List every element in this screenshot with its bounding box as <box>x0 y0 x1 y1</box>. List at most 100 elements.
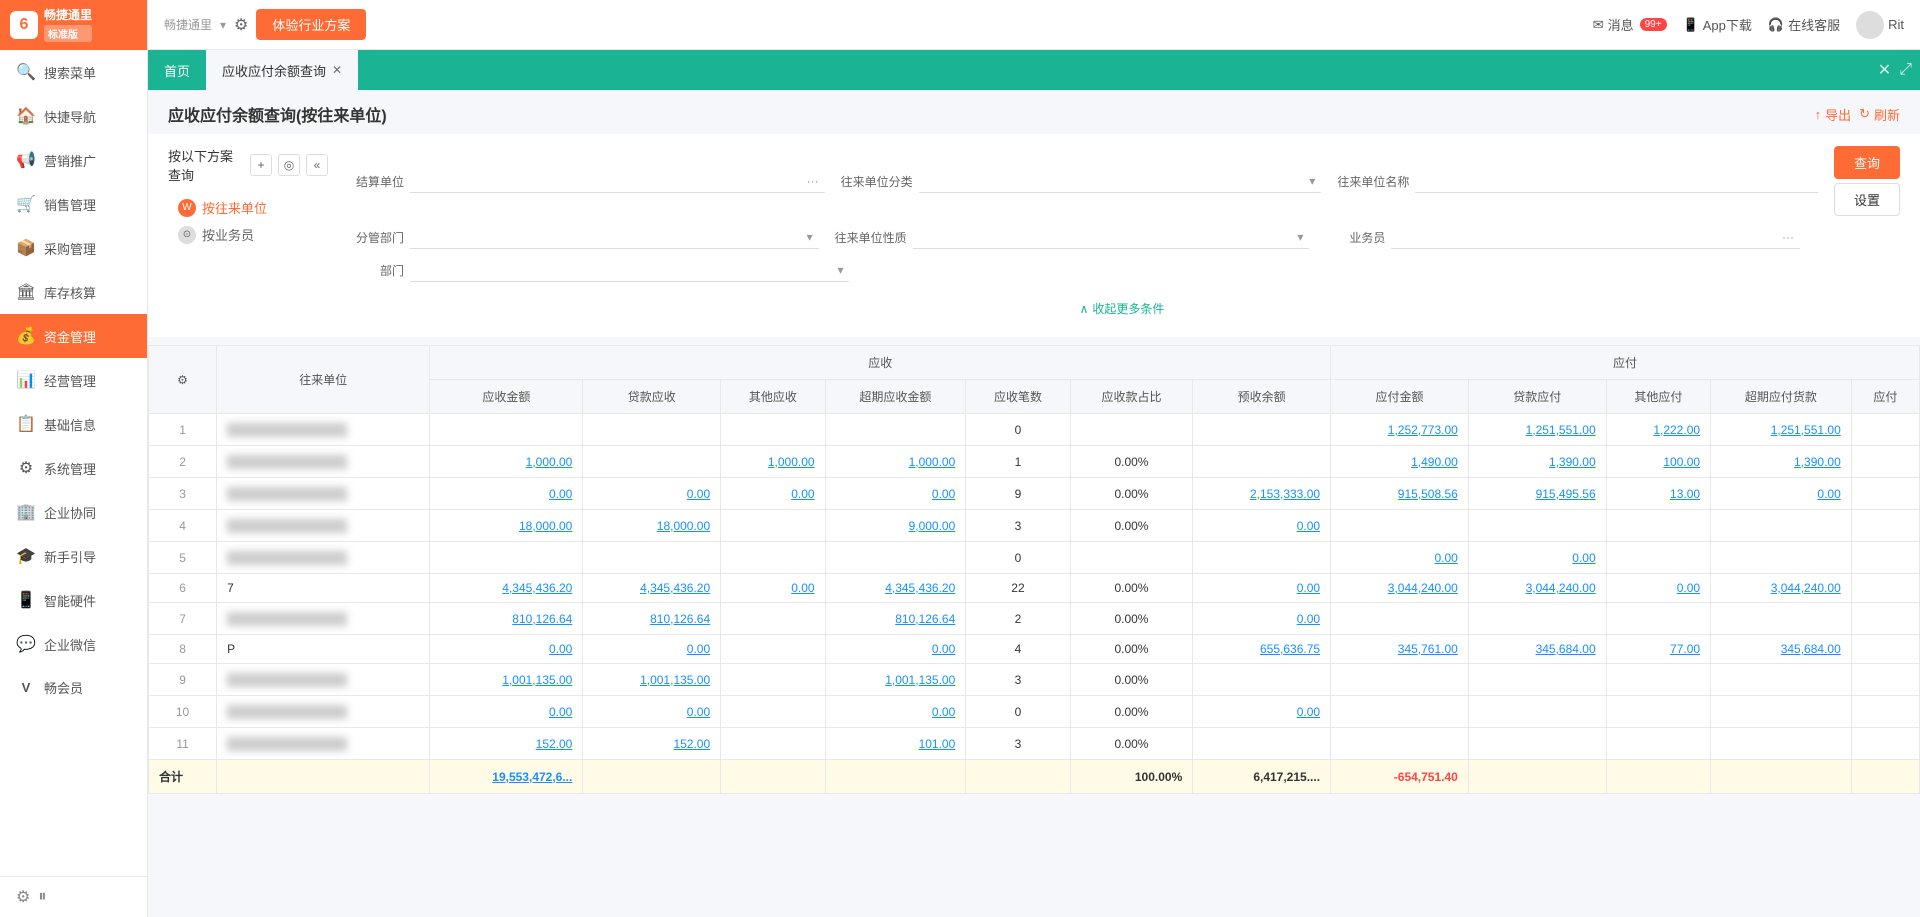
export-button[interactable]: ↑ 导出 <box>1815 105 1852 124</box>
filter-scheme-header: 按以下方案查询 + ◎ « <box>168 146 328 184</box>
sidebar-item-search[interactable]: 🔍 搜索菜单 <box>0 50 147 94</box>
scheme-item-salesman[interactable]: ⊙ 按业务员 <box>168 221 328 248</box>
action-buttons: 查询 设置 <box>1834 146 1900 216</box>
table-row: 5某某单位名称有限公司00.000.00 <box>149 542 1920 574</box>
sidebar-item-label: 企业微信 <box>44 635 96 654</box>
th-other-pay: 其他应付 <box>1606 380 1710 414</box>
system-icon: ⚙ <box>16 458 36 478</box>
message-label: 消息 <box>1608 15 1634 34</box>
scheme-salesman-label: 按业务员 <box>202 225 254 244</box>
th-pay-amt: 应付金额 <box>1331 380 1469 414</box>
guide-icon: 🎓 <box>16 546 36 566</box>
sidebar-item-hardware[interactable]: 📱 智能硬件 <box>0 578 147 622</box>
refresh-button[interactable]: ↻ 刷新 <box>1859 105 1900 124</box>
tab-home[interactable]: 首页 <box>148 50 206 90</box>
trial-button[interactable]: 体验行业方案 <box>256 9 366 40</box>
sidebar-item-marketing[interactable]: 📢 营销推广 <box>0 138 147 182</box>
tab-close-icon[interactable]: ✕ <box>332 63 342 77</box>
data-table-container: ⚙ 往来单位 应收 应付 应收金额 贷款应收 其他应收 超期应收金额 应收笔数 … <box>148 345 1920 794</box>
app-header: 畅捷通里 ▾ ⚙ 体验行业方案 ✉ 消息 99+ 📱 App下载 🎧 在线客服 … <box>148 0 1920 50</box>
setting-button[interactable]: 设置 <box>1834 183 1900 216</box>
sales-icon: 🛒 <box>16 194 36 214</box>
scheme-item-partner[interactable]: W 按往来单位 <box>168 194 328 221</box>
management-icon: 📊 <box>16 370 36 390</box>
tab-bar: 首页 应收应付余额查询 ✕ ✕ ⤢ <box>148 50 1920 90</box>
header-dropdown-icon[interactable]: ▾ <box>220 18 226 32</box>
app-name: 畅捷通里 <box>44 8 92 24</box>
sidebar-item-inventory[interactable]: 🏛 库存核算 <box>0 270 147 314</box>
sidebar-item-label: 智能硬件 <box>44 591 96 610</box>
th-rec-ratio: 应收款占比 <box>1070 380 1193 414</box>
add-scheme-btn[interactable]: + <box>250 154 272 176</box>
nature-dropdown-icon: ▾ <box>1297 230 1303 244</box>
collapse-button[interactable]: ∧ 收起更多条件 <box>344 296 1900 321</box>
dropdown-icon: ▾ <box>1309 174 1315 188</box>
username-label: Rit <box>1888 17 1904 32</box>
sidebar-item-label: 快捷导航 <box>44 107 96 126</box>
header-gear-icon[interactable]: ⚙ <box>234 15 248 35</box>
dept-select[interactable]: ▾ <box>410 226 819 249</box>
sidebar-item-label: 资金管理 <box>44 327 96 346</box>
footer-other-rec <box>721 760 825 794</box>
tab-close-window-icon[interactable]: ✕ <box>1878 60 1891 80</box>
user-avatar <box>1856 11 1884 39</box>
online-service-button[interactable]: 🎧 在线客服 <box>1768 15 1840 34</box>
sidebar-item-wechat[interactable]: 💬 企业微信 <box>0 622 147 666</box>
partner-category-select[interactable]: ▾ <box>919 170 1322 193</box>
footer-rec-count <box>966 760 1070 794</box>
refresh-label: 刷新 <box>1874 105 1900 124</box>
sidebar-item-management[interactable]: 📊 经营管理 <box>0 358 147 402</box>
service-icon: 🎧 <box>1768 17 1784 33</box>
sidebar-item-sales[interactable]: 🛒 销售管理 <box>0 182 147 226</box>
sidebar-item-basic[interactable]: 📋 基础信息 <box>0 402 147 446</box>
user-menu[interactable]: Rit <box>1856 11 1904 39</box>
message-badge: 99+ <box>1640 18 1667 31</box>
logo-icon: 6 <box>10 11 38 39</box>
sidebar-item-member[interactable]: V 畅会员 <box>0 666 147 709</box>
partner-nature-select[interactable]: ▾ <box>913 226 1310 249</box>
th-rec-count: 应收笔数 <box>966 380 1070 414</box>
page-title: 应收应付余额查询(按往来单位) <box>168 102 387 126</box>
collapse-scheme-btn[interactable]: « <box>306 154 328 176</box>
sidebar-item-finance[interactable]: 💰 资金管理 <box>0 314 147 358</box>
sidebar-item-system[interactable]: ⚙ 系统管理 <box>0 446 147 490</box>
footer-rec-ratio: 100.00% <box>1070 760 1193 794</box>
tab-query-label: 应收应付余额查询 <box>222 61 326 80</box>
tab-home-label: 首页 <box>164 61 190 80</box>
messages-button[interactable]: ✉ 消息 99+ <box>1593 15 1667 34</box>
salesman-input[interactable]: ··· <box>1391 226 1800 249</box>
sidebar-item-quicknav[interactable]: 🏠 快捷导航 <box>0 94 147 138</box>
export-icon: ↑ <box>1815 107 1822 122</box>
th-settings[interactable]: ⚙ <box>149 346 217 414</box>
tab-maximize-icon[interactable]: ⤢ <box>1899 61 1912 79</box>
sidebar-item-enterprise[interactable]: 🏢 企业协同 <box>0 490 147 534</box>
table-row: 3某某单位名称有限公司0.000.000.000.0090.00%2,153,3… <box>149 478 1920 510</box>
partner-name-input[interactable] <box>1415 170 1818 193</box>
sidebar-item-label: 经营管理 <box>44 371 96 390</box>
salesman-dots: ··· <box>1782 230 1794 244</box>
th-loan-rec: 贷款应收 <box>583 380 721 414</box>
sidebar-item-guide[interactable]: 🎓 新手引导 <box>0 534 147 578</box>
settlement-input[interactable]: ··· <box>410 170 825 193</box>
subdept-select[interactable]: ▾ <box>410 259 849 282</box>
sidebar: 6 畅捷通里 标准版 🔍 搜索菜单 🏠 快捷导航 📢 营销推广 🛒 销售管理 📦… <box>0 0 148 917</box>
partner-name-label: 往来单位名称 <box>1337 173 1409 190</box>
settings-footer-icon[interactable]: ⚙ <box>16 887 30 907</box>
query-button[interactable]: 查询 <box>1834 146 1900 179</box>
header-breadcrumb: 畅捷通里 <box>164 16 212 33</box>
table-body: 1某某单位名称有限公司01,252,773.001,251,551.001,22… <box>149 414 1920 760</box>
sidebar-item-label: 销售管理 <box>44 195 96 214</box>
th-group-receivable: 应收 <box>430 346 1331 380</box>
sidebar-item-purchase[interactable]: 📦 采购管理 <box>0 226 147 270</box>
collapse-footer-icon[interactable]: ⏸ <box>38 888 46 906</box>
app-logo: 6 畅捷通里 标准版 <box>0 0 147 50</box>
th-pay-end: 应付 <box>1851 380 1919 414</box>
th-overdue-pay: 超期应付货款 <box>1711 380 1852 414</box>
footer-overdue-pay <box>1711 760 1852 794</box>
sidebar-item-label: 系统管理 <box>44 459 96 478</box>
app-download-button[interactable]: 📱 App下载 <box>1683 15 1752 34</box>
salesman-label: 业务员 <box>1325 229 1385 246</box>
target-scheme-btn[interactable]: ◎ <box>278 154 300 176</box>
filter-row-1: 结算单位 ··· 往来单位分类 ▾ <box>344 146 1900 216</box>
tab-query[interactable]: 应收应付余额查询 ✕ <box>206 50 358 90</box>
